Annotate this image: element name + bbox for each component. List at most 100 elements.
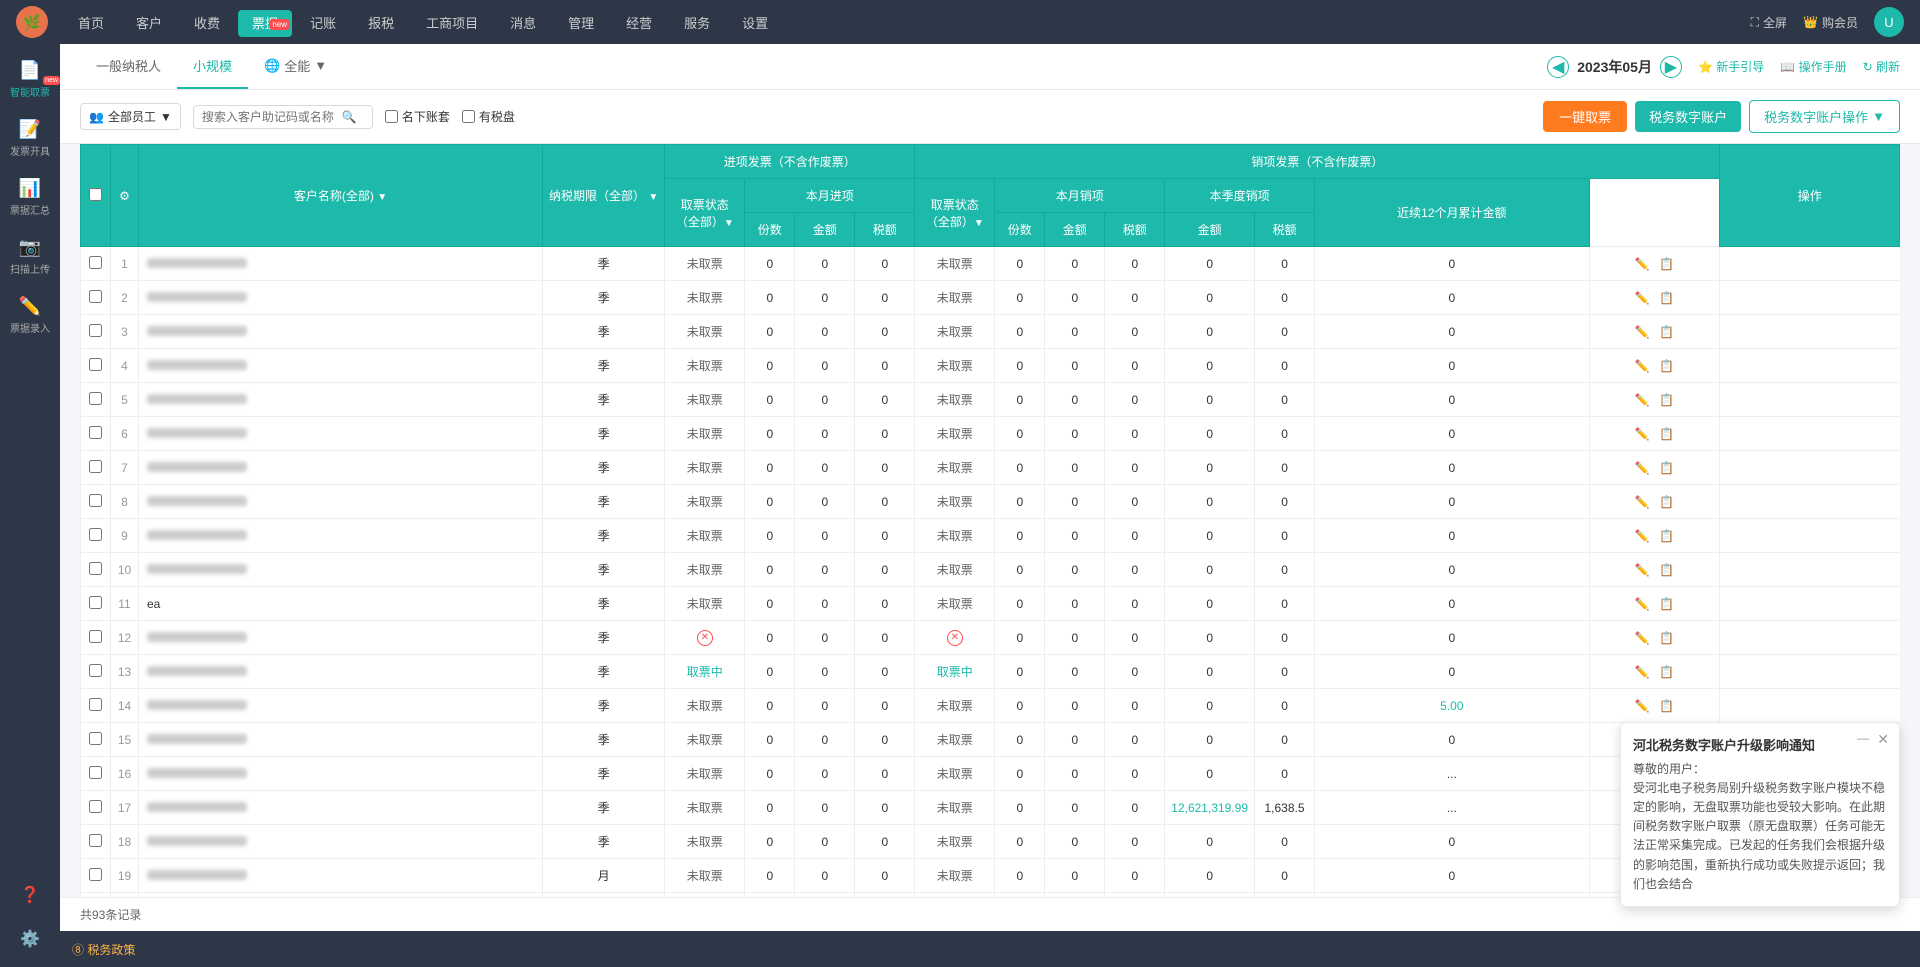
copy-button[interactable]: 📋 — [1659, 699, 1674, 713]
row-checkbox[interactable] — [89, 324, 102, 337]
copy-button[interactable]: 📋 — [1659, 359, 1674, 373]
vip-button[interactable]: 👑 购会员 — [1803, 14, 1858, 31]
sidebar-item-entry[interactable]: ✏️ 票据录入 — [0, 288, 60, 343]
edit-button[interactable]: ✏️ — [1635, 563, 1650, 577]
row-checkbox[interactable] — [89, 528, 102, 541]
nav-management[interactable]: 管理 — [554, 13, 608, 32]
row-checkbox[interactable] — [89, 800, 102, 813]
popup-close-button[interactable]: ✕ — [1877, 731, 1889, 748]
select-all-checkbox[interactable] — [89, 188, 102, 201]
tax-digital-account-ops-button[interactable]: 税务数字账户操作 ▼ — [1749, 100, 1900, 133]
nav-tax[interactable]: 报税 — [354, 13, 408, 32]
in-tax-cell: 0 — [855, 587, 915, 621]
tax-policy-link[interactable]: ⑧ 税务政策 — [72, 941, 135, 958]
edit-button[interactable]: ✏️ — [1635, 529, 1650, 543]
sidebar-item-settings-bottom[interactable]: ⚙️ — [16, 921, 44, 957]
nav-service[interactable]: 服务 — [670, 13, 724, 32]
refresh-button[interactable]: ↻ 刷新 — [1863, 58, 1900, 75]
edit-button[interactable]: ✏️ — [1635, 597, 1650, 611]
copy-button[interactable]: 📋 — [1659, 461, 1674, 475]
search-input[interactable] — [202, 110, 342, 124]
edit-button[interactable]: ✏️ — [1635, 393, 1650, 407]
edit-button[interactable]: ✏️ — [1635, 665, 1650, 679]
row-checkbox[interactable] — [89, 732, 102, 745]
nav-accounting[interactable]: 记账 — [296, 13, 350, 32]
copy-button[interactable]: 📋 — [1659, 291, 1674, 305]
row-checkbox[interactable] — [89, 868, 102, 881]
copy-button[interactable]: 📋 — [1659, 325, 1674, 339]
popup-minimize-button[interactable]: — — [1857, 731, 1869, 745]
edit-button[interactable]: ✏️ — [1635, 427, 1650, 441]
sidebar-item-summary[interactable]: 📊 票据汇总 — [0, 170, 60, 225]
edit-button[interactable]: ✏️ — [1635, 461, 1650, 475]
manual-button[interactable]: 📖 操作手册 — [1780, 58, 1846, 75]
cumulative-cell: 0 — [1315, 587, 1590, 621]
copy-button[interactable]: 📋 — [1659, 495, 1674, 509]
edit-button[interactable]: ✏️ — [1635, 257, 1650, 271]
row-checkbox[interactable] — [89, 630, 102, 643]
nav-operations[interactable]: 经营 — [612, 13, 666, 32]
th-in-fetch-status[interactable]: 取票状态（全部）▼ — [665, 179, 745, 247]
copy-button[interactable]: 📋 — [1659, 427, 1674, 441]
copy-button[interactable]: 📋 — [1659, 665, 1674, 679]
sidebar-item-open-invoice[interactable]: 📝 发票开具 — [0, 111, 60, 166]
tax-digital-account-button[interactable]: 税务数字账户 — [1635, 101, 1741, 132]
tab-general-taxpayer[interactable]: 一般纳税人 — [80, 44, 177, 89]
row-checkbox[interactable] — [89, 562, 102, 575]
new-guide-button[interactable]: ⭐ 新手引导 — [1698, 58, 1764, 75]
sub-account-checkbox[interactable]: 名下账套 — [385, 108, 450, 125]
nav-settings[interactable]: 设置 — [728, 13, 782, 32]
nav-fee[interactable]: 收费 — [180, 13, 234, 32]
tax-disk-checkbox-input[interactable] — [462, 110, 475, 123]
copy-button[interactable]: 📋 — [1659, 631, 1674, 645]
edit-button[interactable]: ✏️ — [1635, 631, 1650, 645]
row-checkbox[interactable] — [89, 494, 102, 507]
tab-all[interactable]: 🌐 全能 ▼ — [248, 44, 343, 89]
copy-button[interactable]: 📋 — [1659, 393, 1674, 407]
row-checkbox[interactable] — [89, 460, 102, 473]
out-tax-cell: 0 — [1105, 383, 1165, 417]
tab-small-scale[interactable]: 小规模 — [177, 44, 248, 89]
edit-button[interactable]: ✏️ — [1635, 699, 1650, 713]
row-checkbox[interactable] — [89, 392, 102, 405]
period-cell: 季 — [543, 621, 665, 655]
th-tax-period[interactable]: 纳税期限（全部） ▼ — [543, 145, 665, 247]
copy-button[interactable]: 📋 — [1659, 257, 1674, 271]
nav-customer[interactable]: 客户 — [122, 13, 176, 32]
sidebar-item-scan[interactable]: 📷 扫描上传 — [0, 229, 60, 284]
edit-button[interactable]: ✏️ — [1635, 359, 1650, 373]
date-prev-button[interactable]: ◀ — [1547, 56, 1569, 78]
edit-button[interactable]: ✏️ — [1635, 325, 1650, 339]
row-checkbox[interactable] — [89, 358, 102, 371]
employee-select[interactable]: 👥 全部员工 ▼ — [80, 103, 181, 130]
row-checkbox[interactable] — [89, 596, 102, 609]
copy-button[interactable]: 📋 — [1659, 529, 1674, 543]
row-checkbox[interactable] — [89, 698, 102, 711]
nav-business[interactable]: 工商项目 — [412, 13, 492, 32]
nav-invoice[interactable]: 票据 new — [238, 13, 292, 32]
sidebar-item-smart-invoice[interactable]: 📄 智能取票 new — [0, 52, 60, 107]
row-checkbox[interactable] — [89, 256, 102, 269]
th-customer-name[interactable]: 客户名称(全部) ▼ — [139, 145, 543, 247]
row-checkbox[interactable] — [89, 834, 102, 847]
nav-message[interactable]: 消息 — [496, 13, 550, 32]
avatar[interactable]: U — [1874, 7, 1904, 37]
row-checkbox[interactable] — [89, 426, 102, 439]
date-next-button[interactable]: ▶ — [1660, 56, 1682, 78]
copy-button[interactable]: 📋 — [1659, 597, 1674, 611]
row-checkbox[interactable] — [89, 290, 102, 303]
tax-disk-checkbox[interactable]: 有税盘 — [462, 108, 515, 125]
customer-name-cell — [139, 723, 543, 757]
season-tax-cell: 0 — [1255, 281, 1315, 315]
edit-button[interactable]: ✏️ — [1635, 291, 1650, 305]
th-out-fetch-status[interactable]: 取票状态（全部）▼ — [915, 179, 995, 247]
nav-home[interactable]: 首页 — [64, 13, 118, 32]
edit-button[interactable]: ✏️ — [1635, 495, 1650, 509]
sub-account-checkbox-input[interactable] — [385, 110, 398, 123]
one-click-fetch-button[interactable]: 一键取票 — [1543, 101, 1627, 132]
row-checkbox[interactable] — [89, 664, 102, 677]
fullscreen-button[interactable]: ⛶ 全屏 — [1751, 14, 1787, 31]
copy-button[interactable]: 📋 — [1659, 563, 1674, 577]
sidebar-item-help[interactable]: ❓ — [16, 877, 44, 913]
row-checkbox[interactable] — [89, 766, 102, 779]
